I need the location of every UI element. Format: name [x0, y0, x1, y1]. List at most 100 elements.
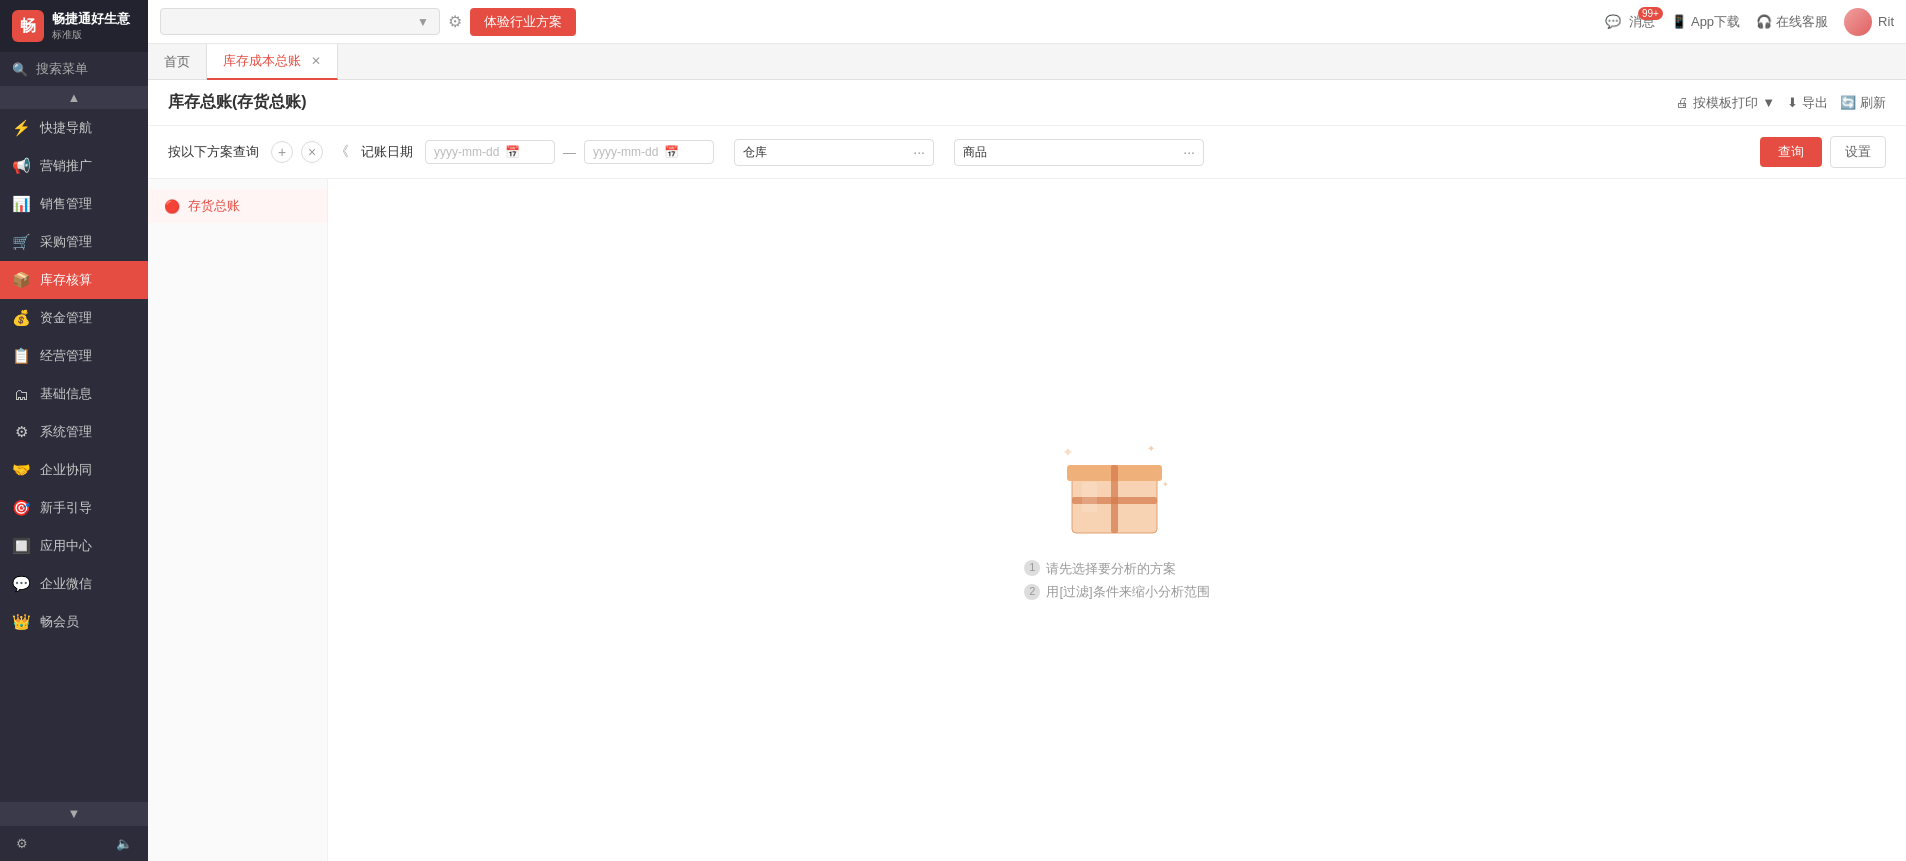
filter-bar: 按以下方案查询 + × 《 记账日期 yyyy-mm-dd 📅 — yyyy-m…	[148, 126, 1906, 179]
sidebar-item-finance[interactable]: 💰 资金管理	[0, 299, 148, 337]
purchase-icon: 🛒	[12, 233, 30, 251]
warehouse-more-icon[interactable]: ···	[913, 144, 925, 160]
app-name: 畅捷通好生意	[52, 11, 130, 28]
sidebar-nav: ⚡ 快捷导航 📢 营销推广 📊 销售管理 🛒 采购管理 📦 库存核算 💰 资金管…	[0, 109, 148, 802]
wechat-icon: 💬	[12, 575, 30, 593]
hint-text-2: 用[过滤]条件来缩小分析范围	[1046, 580, 1209, 603]
sidebar-bottom: ⚙ 🔈	[0, 825, 148, 861]
tab-inventory-cost[interactable]: 库存成本总账 ✕	[207, 44, 338, 80]
query-btn[interactable]: 查询	[1760, 137, 1822, 167]
sidebar-item-wechat[interactable]: 💬 企业微信	[0, 565, 148, 603]
sidebar-item-member[interactable]: 👑 畅会员	[0, 603, 148, 641]
sidebar-item-newbie[interactable]: 🎯 新手引导	[0, 489, 148, 527]
filter-close-btn[interactable]: ×	[301, 141, 323, 163]
print-label: 按模板打印	[1693, 94, 1758, 112]
scroll-down-btn[interactable]: ▼	[0, 802, 148, 825]
top-bar-right: 💬 99+ 消息 📱 App下载 🎧 在线客服 Rit	[1605, 8, 1894, 36]
sidebar-item-quick-nav[interactable]: ⚡ 快捷导航	[0, 109, 148, 147]
date-end-input[interactable]: yyyy-mm-dd 📅	[584, 140, 714, 164]
user-name: Rit	[1878, 14, 1894, 29]
top-bar: ▼ ⚙ 体验行业方案 💬 99+ 消息 📱 App下载 🎧 在线客服 Rit	[148, 0, 1906, 44]
sidebar-item-label: 企业微信	[40, 575, 92, 593]
refresh-icon: 🔄	[1840, 95, 1856, 110]
finance-icon: 💰	[12, 309, 30, 327]
export-btn[interactable]: ⬇ 导出	[1787, 94, 1828, 112]
tab-close-btn[interactable]: ✕	[311, 43, 321, 79]
address-bar[interactable]: ▼	[160, 8, 440, 35]
svg-rect-5	[1082, 482, 1097, 512]
inventory-icon: 📦	[12, 271, 30, 289]
hint-num-1: 1	[1024, 560, 1040, 576]
filter-add-btn[interactable]: +	[271, 141, 293, 163]
date-label: 记账日期	[361, 143, 413, 161]
sidebar-item-label: 系统管理	[40, 423, 92, 441]
online-service-btn[interactable]: 🎧 在线客服	[1756, 13, 1828, 31]
sidebar-item-label: 采购管理	[40, 233, 92, 251]
main-area: ▼ ⚙ 体验行业方案 💬 99+ 消息 📱 App下载 🎧 在线客服 Rit	[148, 0, 1906, 861]
sidebar-search[interactable]: 🔍 搜索菜单	[0, 52, 148, 86]
sidebar-item-basics[interactable]: 🗂 基础信息	[0, 375, 148, 413]
sidebar: 畅 畅捷通好生意 标准版 🔍 搜索菜单 ▲ ⚡ 快捷导航 📢 营销推广 📊 销售…	[0, 0, 148, 861]
app-version: 标准版	[52, 28, 130, 41]
sidebar-item-appstore[interactable]: 🔲 应用中心	[0, 527, 148, 565]
settings-icon[interactable]: ⚙	[16, 836, 28, 851]
sidebar-item-label: 库存核算	[40, 271, 92, 289]
print-icon: 🖨	[1676, 95, 1689, 110]
member-icon: 👑	[12, 613, 30, 631]
calendar-end-icon[interactable]: 📅	[664, 145, 679, 159]
date-start-input[interactable]: yyyy-mm-dd 📅	[425, 140, 555, 164]
svg-text:✦: ✦	[1062, 444, 1074, 460]
print-btn[interactable]: 🖨 按模板打印 ▼	[1676, 94, 1775, 112]
sidebar-item-purchase[interactable]: 🛒 采购管理	[0, 223, 148, 261]
product-selector[interactable]: 商品 ···	[954, 139, 1204, 166]
sidebar-search-label: 搜索菜单	[36, 60, 88, 78]
tab-home-label: 首页	[164, 44, 190, 80]
marketing-icon: 📢	[12, 157, 30, 175]
message-badge: 99+	[1638, 7, 1663, 20]
message-btn[interactable]: 💬 99+ 消息	[1605, 13, 1655, 31]
scroll-up-btn[interactable]: ▲	[0, 86, 148, 109]
industry-btn[interactable]: 体验行业方案	[470, 8, 576, 36]
empty-illustration: ✦ ✦ ✦	[1057, 437, 1177, 537]
address-dropdown-icon[interactable]: ▼	[417, 15, 429, 29]
export-icon: ⬇	[1787, 95, 1798, 110]
tab-bar: 首页 库存成本总账 ✕	[148, 44, 1906, 80]
settings-gear-icon[interactable]: ⚙	[448, 12, 462, 31]
hint-num-2: 2	[1024, 584, 1040, 600]
page-header: 库存总账(存货总账) 🖨 按模板打印 ▼ ⬇ 导出 🔄 刷新	[148, 80, 1906, 126]
sidebar-item-inventory[interactable]: 📦 库存核算	[0, 261, 148, 299]
content-area: 库存总账(存货总账) 🖨 按模板打印 ▼ ⬇ 导出 🔄 刷新 按以下方案查询	[148, 80, 1906, 861]
audio-icon[interactable]: 🔈	[116, 836, 132, 851]
date-end-placeholder: yyyy-mm-dd	[593, 145, 658, 159]
product-more-icon[interactable]: ···	[1183, 144, 1195, 160]
sales-icon: 📊	[12, 195, 30, 213]
refresh-btn[interactable]: 🔄 刷新	[1840, 94, 1886, 112]
operations-icon: 📋	[12, 347, 30, 365]
sidebar-item-label: 畅会员	[40, 613, 79, 631]
tab-home[interactable]: 首页	[148, 44, 207, 80]
hint-text-1: 请先选择要分析的方案	[1046, 557, 1176, 580]
filter-arrow-btn[interactable]: 《	[331, 141, 353, 163]
sidebar-item-operations[interactable]: 📋 经营管理	[0, 337, 148, 375]
refresh-label: 刷新	[1860, 94, 1886, 112]
svg-text:✦: ✦	[1147, 443, 1155, 454]
settings-btn[interactable]: 设置	[1830, 136, 1886, 168]
app-download-label: App下载	[1691, 13, 1740, 31]
calendar-start-icon[interactable]: 📅	[505, 145, 520, 159]
user-profile[interactable]: Rit	[1844, 8, 1894, 36]
product-label: 商品	[963, 144, 987, 161]
scheme-panel-item-inventory-total[interactable]: 🔴 存货总账	[148, 189, 327, 223]
date-start-placeholder: yyyy-mm-dd	[434, 145, 499, 159]
sidebar-item-sales[interactable]: 📊 销售管理	[0, 185, 148, 223]
filter-label: 按以下方案查询	[168, 143, 259, 161]
sidebar-item-marketing[interactable]: 📢 营销推广	[0, 147, 148, 185]
warehouse-selector[interactable]: 仓库 ···	[734, 139, 934, 166]
print-dropdown-icon: ▼	[1762, 95, 1775, 110]
content-split: 🔴 存货总账	[148, 179, 1906, 861]
app-download-btn[interactable]: 📱 App下载	[1671, 13, 1740, 31]
quick-nav-icon: ⚡	[12, 119, 30, 137]
date-separator: —	[563, 145, 576, 160]
sidebar-item-system[interactable]: ⚙ 系统管理	[0, 413, 148, 451]
sidebar-item-enterprise[interactable]: 🤝 企业协同	[0, 451, 148, 489]
svg-text:✦: ✦	[1162, 480, 1169, 489]
